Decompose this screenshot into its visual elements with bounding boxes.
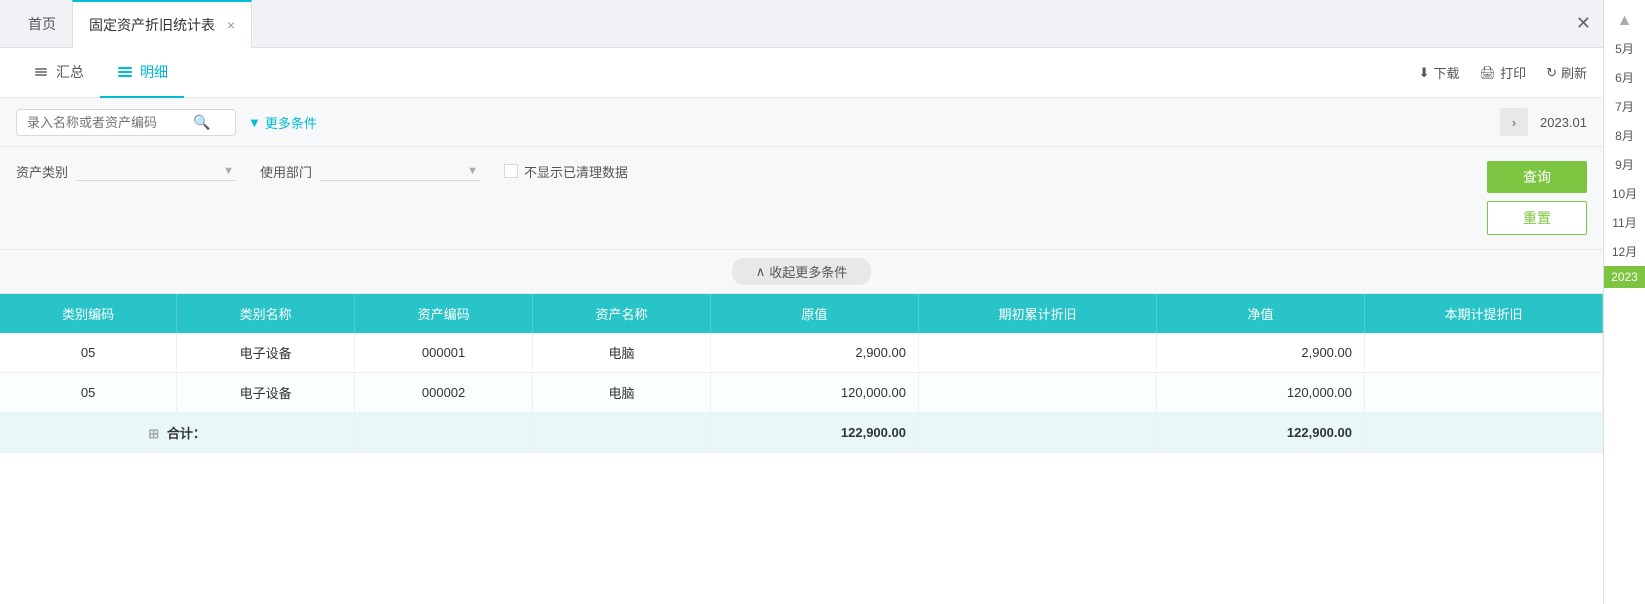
tab-home[interactable]: 首页 — [12, 0, 72, 48]
toolbar-right: ⬇ 下载 🖨 打印 ↻ 刷新 — [1419, 63, 1587, 82]
filter-icon: ▼ — [248, 115, 261, 130]
refresh-icon: ↻ — [1546, 65, 1557, 81]
filter-section: 资产类别 ▼ 使用部门 ▼ — [0, 147, 1603, 250]
sidebar-month-7[interactable]: 7月 — [1604, 92, 1645, 121]
more-conditions-button[interactable]: ▼ 更多条件 — [248, 113, 317, 132]
tab-active[interactable]: 固定资产折旧统计表 × — [72, 0, 252, 48]
row2-accum-dep — [918, 373, 1156, 413]
checkbox-box[interactable] — [504, 164, 518, 178]
col-header-net-value: 净值 — [1156, 294, 1364, 333]
col-header-original: 原值 — [710, 294, 918, 333]
query-button[interactable]: 查询 — [1487, 161, 1587, 193]
active-tab-label: 固定资产折旧统计表 — [89, 15, 215, 35]
tab-close-icon[interactable]: × — [227, 17, 235, 33]
table-header-row: 类别编码 类别名称 资产编码 资产名称 原值 期初累计折旧 净值 本期计提折旧 — [0, 294, 1603, 333]
row2-original: 120,000.00 — [710, 373, 918, 413]
sidebar-month-12[interactable]: 12月 — [1604, 237, 1645, 266]
download-icon: ⬇ — [1419, 65, 1430, 81]
row1-asset-name: 电脑 — [533, 333, 711, 373]
tab-summary-label: 汇总 — [56, 62, 84, 82]
collapse-row: ∧ 收起更多条件 — [0, 250, 1603, 294]
sidebar-month-9[interactable]: 9月 — [1604, 150, 1645, 179]
row1-current-dep — [1364, 333, 1602, 373]
use-dept-select-wrap: ▼ — [320, 161, 480, 181]
reset-button[interactable]: 重置 — [1487, 201, 1587, 235]
total-net-value: 122,900.00 — [1156, 413, 1364, 453]
row1-net-value: 2,900.00 — [1156, 333, 1364, 373]
sidebar-year[interactable]: 2023 — [1604, 266, 1645, 288]
table-wrap: 类别编码 类别名称 资产编码 资产名称 原值 期初累计折旧 净值 本期计提折旧 … — [0, 294, 1603, 604]
tab-bar: 首页 固定资产折旧统计表 × ✕ — [0, 0, 1603, 48]
search-input-wrap: 🔍 — [16, 109, 236, 136]
search-input[interactable] — [27, 115, 187, 130]
sidebar-month-11[interactable]: 11月 — [1604, 208, 1645, 237]
col-header-asset-name: 资产名称 — [533, 294, 711, 333]
row2-current-dep — [1364, 373, 1602, 413]
row1-asset-code: 000001 — [355, 333, 533, 373]
sidebar-month-8[interactable]: 8月 — [1604, 121, 1645, 150]
col-header-code: 类别编码 — [0, 294, 177, 333]
row1-accum-dep — [918, 333, 1156, 373]
download-button[interactable]: ⬇ 下载 — [1419, 63, 1460, 82]
row1-code: 05 — [0, 333, 177, 373]
data-table: 类别编码 类别名称 资产编码 资产名称 原值 期初累计折旧 净值 本期计提折旧 … — [0, 294, 1603, 453]
asset-category-select-wrap: ▼ — [76, 161, 236, 181]
use-dept-label: 使用部门 — [260, 162, 312, 181]
row2-net-value: 120,000.00 — [1156, 373, 1364, 413]
row2-asset-code: 000002 — [355, 373, 533, 413]
row2-asset-name: 电脑 — [533, 373, 711, 413]
window-close-button[interactable]: ✕ — [1576, 13, 1591, 34]
col-header-current-dep: 本期计提折旧 — [1364, 294, 1602, 333]
col-header-asset-code: 资产编码 — [355, 294, 533, 333]
refresh-button[interactable]: ↻ 刷新 — [1546, 63, 1587, 82]
total-row: ⊞ 合计： 122,900.00 122,900.00 — [0, 413, 1603, 453]
layers-icon — [32, 63, 50, 81]
list-icon — [116, 63, 134, 81]
collapse-icon: ∧ — [756, 264, 766, 280]
tab-summary[interactable]: 汇总 — [16, 48, 100, 98]
asset-category-label: 资产类别 — [16, 162, 68, 181]
row1-name: 电子设备 — [177, 333, 355, 373]
table-row: 05 电子设备 000001 电脑 2,900.00 2,900.00 — [0, 333, 1603, 373]
nav-arrow-button[interactable]: › — [1500, 108, 1528, 136]
tab-detail-label: 明细 — [140, 62, 168, 82]
search-icon: 🔍 — [193, 114, 210, 131]
sidebar-scroll-up[interactable]: ▲ — [1604, 8, 1645, 34]
row1-original: 2,900.00 — [710, 333, 918, 373]
content-panel: 汇总 明细 ⬇ 下载 🖨 打印 — [0, 48, 1603, 604]
no-cleared-label: 不显示已清理数据 — [524, 162, 628, 181]
row2-name: 电子设备 — [177, 373, 355, 413]
filter-row: 资产类别 ▼ 使用部门 ▼ — [16, 161, 1471, 181]
collapse-button[interactable]: ∧ 收起更多条件 — [732, 258, 872, 285]
use-dept-select[interactable] — [320, 161, 480, 181]
sub-tab-bar: 汇总 明细 ⬇ 下载 🖨 打印 — [0, 48, 1603, 98]
filter-actions: 查询 重置 — [1487, 161, 1587, 235]
sidebar-month-6[interactable]: 6月 — [1604, 63, 1645, 92]
total-current-dep — [1364, 413, 1602, 453]
total-original: 122,900.00 — [710, 413, 918, 453]
asset-category-filter: 资产类别 ▼ — [16, 161, 236, 181]
print-button[interactable]: 🖨 打印 — [1480, 63, 1527, 82]
total-label: ⊞ 合计： — [0, 413, 355, 453]
total-accum-dep — [918, 413, 1156, 453]
right-sidebar: ▲ 5月 6月 7月 8月 9月 10月 11月 12月 2023 — [1603, 0, 1645, 604]
total-icon: ⊞ — [148, 426, 159, 441]
row2-code: 05 — [0, 373, 177, 413]
sidebar-month-5[interactable]: 5月 — [1604, 34, 1645, 63]
use-dept-filter: 使用部门 ▼ — [260, 161, 480, 181]
print-icon: 🖨 — [1480, 65, 1497, 81]
no-cleared-checkbox[interactable]: 不显示已清理数据 — [504, 162, 628, 181]
sidebar-month-10[interactable]: 10月 — [1604, 179, 1645, 208]
col-header-accum-dep: 期初累计折旧 — [918, 294, 1156, 333]
col-header-name: 类别名称 — [177, 294, 355, 333]
table-row: 05 电子设备 000002 电脑 120,000.00 120,000.00 — [0, 373, 1603, 413]
date-label: 2023.01 — [1540, 115, 1587, 130]
tab-detail[interactable]: 明细 — [100, 48, 184, 98]
search-bar: 🔍 ▼ 更多条件 › 2023.01 — [0, 98, 1603, 147]
asset-category-select[interactable] — [76, 161, 236, 181]
